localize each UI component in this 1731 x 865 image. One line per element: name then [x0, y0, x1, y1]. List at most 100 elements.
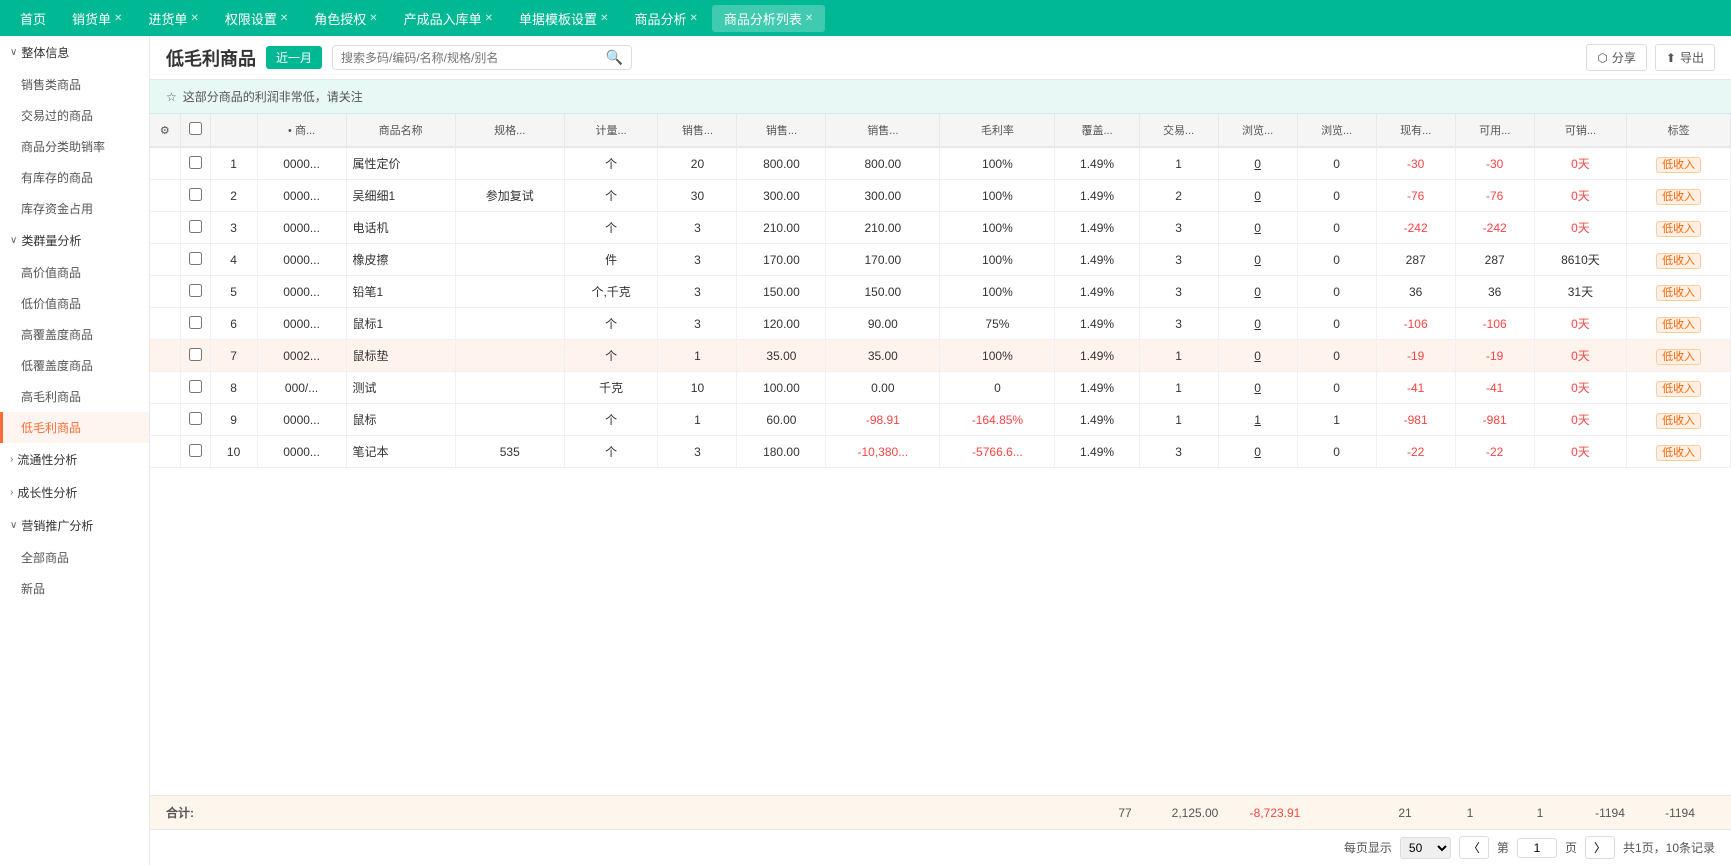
col-checkbox-cell[interactable]	[180, 147, 210, 180]
nav-close-icon[interactable]: ✕	[689, 13, 697, 24]
per-page-label: 每页显示	[1344, 839, 1392, 856]
sidebar-item-all-goods[interactable]: 全部商品	[0, 542, 149, 573]
row-checkbox[interactable]	[189, 284, 202, 297]
nav-close-icon[interactable]: ✕	[369, 13, 377, 24]
row-checkbox[interactable]	[189, 316, 202, 329]
col-checkbox-cell[interactable]	[180, 404, 210, 436]
col-checkbox-cell[interactable]	[180, 276, 210, 308]
nav-close-icon[interactable]: ✕	[485, 13, 493, 24]
col-sale-amount-header[interactable]: 销售...	[737, 114, 826, 147]
col-transaction-header[interactable]: 交易...	[1139, 114, 1218, 147]
sidebar-section-overall[interactable]: ∨ 整体信息	[0, 36, 149, 69]
col-coverage-header[interactable]: 覆盖...	[1055, 114, 1139, 147]
sidebar-section-marketing[interactable]: ∨ 营销推广分析	[0, 509, 149, 542]
col-checkbox-cell[interactable]	[180, 212, 210, 244]
sidebar-item-high-coverage[interactable]: 高覆盖度商品	[0, 319, 149, 350]
nav-close-icon[interactable]: ✕	[280, 13, 288, 24]
sidebar-item-high-value[interactable]: 高价值商品	[0, 257, 149, 288]
nav-close-icon[interactable]: ✕	[114, 13, 122, 24]
row-checkbox[interactable]	[189, 444, 202, 457]
col-browse2-header[interactable]: 浏览...	[1297, 114, 1376, 147]
nav-sales-order[interactable]: 销货单 ✕	[60, 5, 134, 32]
page-input[interactable]	[1517, 838, 1557, 858]
col-checkbox-cell[interactable]	[180, 436, 210, 468]
col-checkbox-cell[interactable]	[180, 244, 210, 276]
col-browse1-cell[interactable]: 0	[1218, 340, 1297, 372]
col-code-cell: 0002...	[257, 340, 346, 372]
col-saleable-header[interactable]: 可销...	[1534, 114, 1626, 147]
sidebar-item-low-margin[interactable]: 低毛利商品	[0, 412, 149, 443]
col-browse1-cell[interactable]: 0	[1218, 276, 1297, 308]
sidebar-item-category-rate[interactable]: 商品分类助销率	[0, 131, 149, 162]
sidebar-section-growth[interactable]: › 成长性分析	[0, 476, 149, 509]
col-name-cell: 测试	[346, 372, 455, 404]
sidebar-item-traded-goods[interactable]: 交易过的商品	[0, 100, 149, 131]
col-browse1-header[interactable]: 浏览...	[1218, 114, 1297, 147]
sidebar-section-liquidity[interactable]: › 流通性分析	[0, 443, 149, 476]
table-row: 2 0000... 吴细细1 参加复试 个 30 300.00 300.00 1…	[150, 180, 1731, 212]
col-checkbox-cell[interactable]	[180, 372, 210, 404]
per-page-select[interactable]: 50 20 100	[1400, 837, 1451, 859]
col-spec-header[interactable]: 规格...	[455, 114, 564, 147]
nav-close-icon[interactable]: ✕	[805, 13, 813, 24]
col-checkbox-cell[interactable]	[180, 340, 210, 372]
col-browse1-cell[interactable]: 0	[1218, 147, 1297, 180]
nav-roles[interactable]: 角色授权 ✕	[302, 5, 389, 32]
col-checkbox-header[interactable]	[180, 114, 210, 147]
row-checkbox[interactable]	[189, 380, 202, 393]
col-no-cell: 2	[210, 180, 257, 212]
col-sale-profit-header[interactable]: 销售...	[826, 114, 940, 147]
nav-close-icon[interactable]: ✕	[600, 13, 608, 24]
info-banner: ☆ 这部分商品的利润非常低，请关注	[150, 80, 1731, 114]
col-browse1-cell[interactable]: 0	[1218, 372, 1297, 404]
search-input[interactable]	[341, 51, 606, 65]
row-checkbox[interactable]	[189, 348, 202, 361]
col-current-stock-header[interactable]: 现有...	[1376, 114, 1455, 147]
row-checkbox[interactable]	[189, 252, 202, 265]
prev-page-button[interactable]: 〈	[1459, 836, 1489, 859]
period-button[interactable]: 近一月	[266, 46, 322, 69]
sidebar-item-stocked-goods[interactable]: 有库存的商品	[0, 162, 149, 193]
nav-close-icon[interactable]: ✕	[190, 13, 198, 24]
row-checkbox[interactable]	[189, 412, 202, 425]
col-browse1-cell[interactable]: 0	[1218, 244, 1297, 276]
sidebar-item-low-value[interactable]: 低价值商品	[0, 288, 149, 319]
row-checkbox[interactable]	[189, 156, 202, 169]
col-checkbox-cell[interactable]	[180, 180, 210, 212]
col-browse1-cell[interactable]: 1	[1218, 404, 1297, 436]
nav-home[interactable]: 首页	[8, 5, 58, 32]
col-settings-header[interactable]: ⚙	[150, 114, 180, 147]
col-code-header[interactable]: • 商...	[257, 114, 346, 147]
main-content: 低毛利商品 近一月 🔍 ⬡ 分享 ⬆ 导出 ☆ 这部分商品的利润非常低，请关注	[150, 36, 1731, 865]
nav-product-inbound[interactable]: 产成品入库单 ✕	[392, 5, 505, 32]
col-margin-cell: 100%	[940, 180, 1055, 212]
col-name-header[interactable]: 商品名称	[346, 114, 455, 147]
col-margin-header[interactable]: 毛利率	[940, 114, 1055, 147]
col-unit-header[interactable]: 计量...	[564, 114, 658, 147]
next-page-button[interactable]: 〉	[1585, 836, 1615, 859]
select-all-checkbox[interactable]	[189, 122, 202, 135]
row-checkbox[interactable]	[189, 188, 202, 201]
col-browse1-cell[interactable]: 0	[1218, 308, 1297, 340]
sidebar-section-cluster[interactable]: ∨ 类群量分析	[0, 224, 149, 257]
row-checkbox[interactable]	[189, 220, 202, 233]
nav-product-analysis[interactable]: 商品分析 ✕	[622, 5, 709, 32]
col-tag-header[interactable]: 标签	[1627, 114, 1731, 147]
col-browse1-cell[interactable]: 0	[1218, 180, 1297, 212]
nav-permissions[interactable]: 权限设置 ✕	[213, 5, 300, 32]
nav-product-analysis-list[interactable]: 商品分析列表 ✕	[712, 5, 825, 32]
share-button[interactable]: ⬡ 分享	[1586, 44, 1647, 71]
export-button[interactable]: ⬆ 导出	[1655, 44, 1715, 71]
col-checkbox-cell[interactable]	[180, 308, 210, 340]
col-available-header[interactable]: 可用...	[1455, 114, 1534, 147]
col-browse1-cell[interactable]: 0	[1218, 436, 1297, 468]
col-qty-header[interactable]: 销售...	[658, 114, 737, 147]
sidebar-item-sales-goods[interactable]: 销售类商品	[0, 69, 149, 100]
nav-template-settings[interactable]: 单据模板设置 ✕	[507, 5, 620, 32]
sidebar-item-high-margin[interactable]: 高毛利商品	[0, 381, 149, 412]
sidebar-item-low-coverage[interactable]: 低覆盖度商品	[0, 350, 149, 381]
sidebar-item-stock-capital[interactable]: 库存资金占用	[0, 193, 149, 224]
nav-purchase-order[interactable]: 进货单 ✕	[136, 5, 210, 32]
col-browse1-cell[interactable]: 0	[1218, 212, 1297, 244]
sidebar-item-new-goods[interactable]: 新品	[0, 573, 149, 604]
